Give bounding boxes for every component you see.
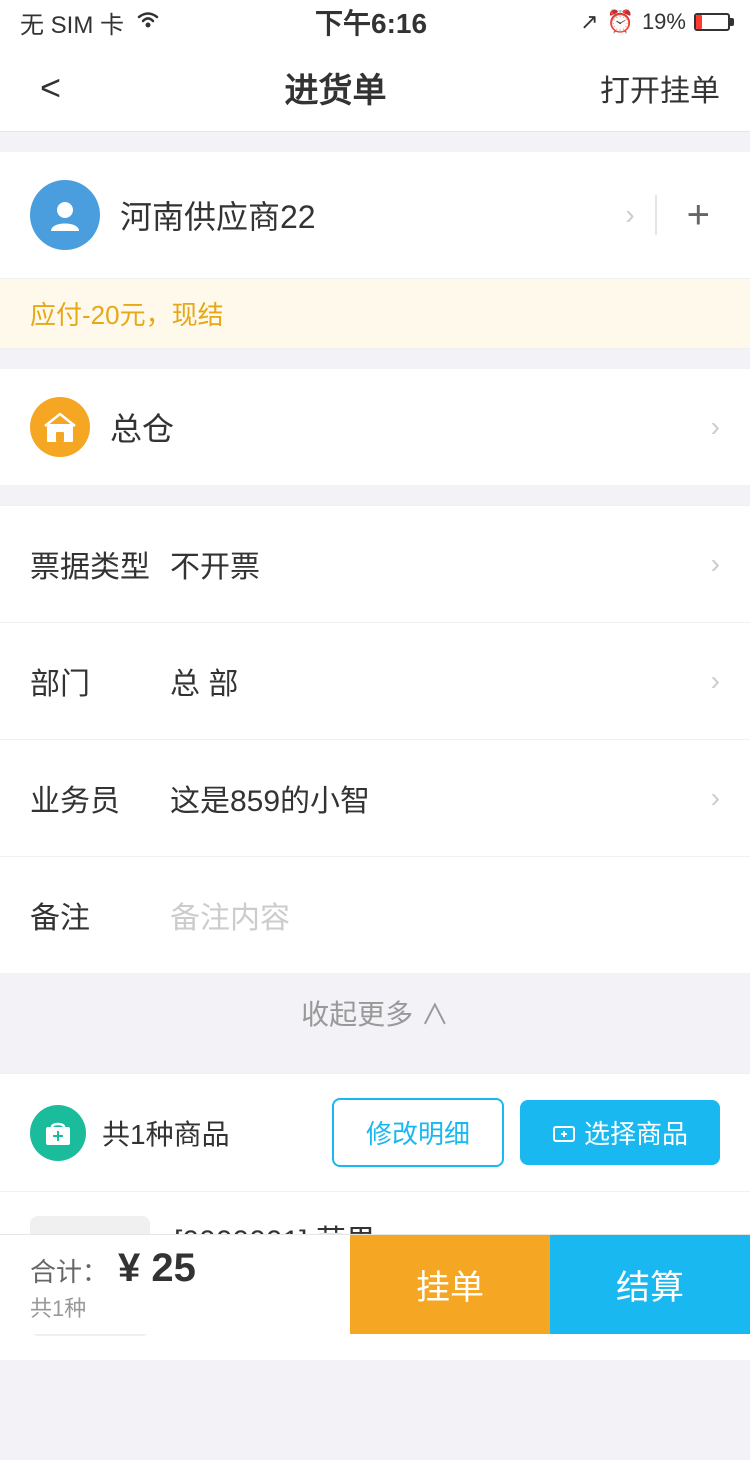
nav-bar: < 进货单 打开挂单 — [0, 44, 750, 132]
hang-label: 挂单 — [416, 1260, 484, 1309]
collapse-label: 收起更多 ∧ — [301, 993, 449, 1033]
supplier-row[interactable]: 河南供应商22 › + — [0, 152, 750, 279]
remark-label: 备注 — [30, 893, 150, 937]
supplier-notice: 应付-20元，现结 — [0, 279, 750, 349]
section-gap-2 — [0, 349, 750, 369]
supplier-section: 河南供应商22 › + 应付-20元，现结 — [0, 152, 750, 349]
supplier-chevron-icon: › — [625, 199, 634, 231]
dept-label: 部门 — [30, 659, 150, 703]
warehouse-row[interactable]: 总仓 › — [0, 369, 750, 485]
warehouse-icon — [30, 397, 90, 457]
salesman-label: 业务员 — [30, 776, 150, 820]
select-product-button[interactable]: 选择商品 — [520, 1100, 720, 1165]
wifi-icon — [134, 8, 162, 36]
invoice-chevron-icon: › — [711, 548, 720, 580]
total-main: 合计： ¥ 25 — [30, 1246, 320, 1291]
total-sub: 共1种 — [30, 1291, 320, 1323]
battery-percent: 19% — [642, 9, 686, 35]
product-count: 共1种商品 — [102, 1113, 332, 1153]
invoice-value: 不开票 — [170, 542, 711, 586]
section-gap-3 — [0, 485, 750, 505]
status-bar: 无 SIM 卡 下午6:16 ↗ ⏰ 19% — [0, 0, 750, 44]
select-product-label: 选择商品 — [584, 1114, 688, 1151]
remark-row[interactable]: 备注 备注内容 — [0, 856, 750, 973]
supplier-avatar — [30, 180, 100, 250]
dept-chevron-icon: › — [711, 665, 720, 697]
battery-icon — [694, 13, 730, 31]
collapse-row[interactable]: 收起更多 ∧ — [0, 973, 750, 1053]
total-amount: ¥ 25 — [118, 1246, 196, 1291]
location-icon: ↗ — [580, 9, 598, 35]
carrier-label: 无 SIM 卡 — [20, 5, 124, 40]
section-gap-1 — [0, 132, 750, 152]
back-button[interactable]: < — [30, 57, 71, 119]
warehouse-name: 总仓 — [110, 404, 711, 450]
invoice-row[interactable]: 票据类型 不开票 › — [0, 505, 750, 622]
supplier-add-button[interactable]: + — [677, 188, 720, 243]
status-time: 下午6:16 — [315, 2, 427, 42]
salesman-chevron-icon: › — [711, 782, 720, 814]
product-header: 共1种商品 修改明细 选择商品 — [0, 1073, 750, 1191]
page-title: 进货单 — [285, 63, 387, 112]
dept-value: 总 部 — [170, 659, 711, 703]
product-icon — [30, 1105, 86, 1161]
checkout-button[interactable]: 结算 — [550, 1235, 750, 1334]
form-section: 票据类型 不开票 › 部门 总 部 › 业务员 这是859的小智 › 备注 备注… — [0, 505, 750, 973]
alarm-icon: ⏰ — [607, 9, 634, 35]
section-gap-4 — [0, 1053, 750, 1073]
supplier-divider — [655, 195, 657, 235]
supplier-name: 河南供应商22 — [120, 192, 625, 238]
bottom-bar: 合计： ¥ 25 共1种 挂单 结算 — [0, 1234, 750, 1334]
total-label: 合计： — [30, 1252, 108, 1289]
status-left: 无 SIM 卡 — [20, 5, 162, 40]
bottom-total: 合计： ¥ 25 共1种 — [0, 1235, 350, 1334]
edit-detail-button[interactable]: 修改明细 — [332, 1098, 504, 1167]
status-right: ↗ ⏰ 19% — [580, 9, 730, 35]
salesman-value: 这是859的小智 — [170, 776, 711, 820]
warehouse-section: 总仓 › — [0, 369, 750, 485]
warehouse-chevron-icon: › — [711, 411, 720, 443]
checkout-label: 结算 — [616, 1260, 684, 1309]
dept-row[interactable]: 部门 总 部 › — [0, 622, 750, 739]
invoice-label: 票据类型 — [30, 542, 150, 586]
open-hang-button[interactable]: 打开挂单 — [600, 66, 720, 110]
salesman-row[interactable]: 业务员 这是859的小智 › — [0, 739, 750, 856]
hang-button[interactable]: 挂单 — [350, 1235, 550, 1334]
remark-input[interactable]: 备注内容 — [170, 893, 720, 937]
